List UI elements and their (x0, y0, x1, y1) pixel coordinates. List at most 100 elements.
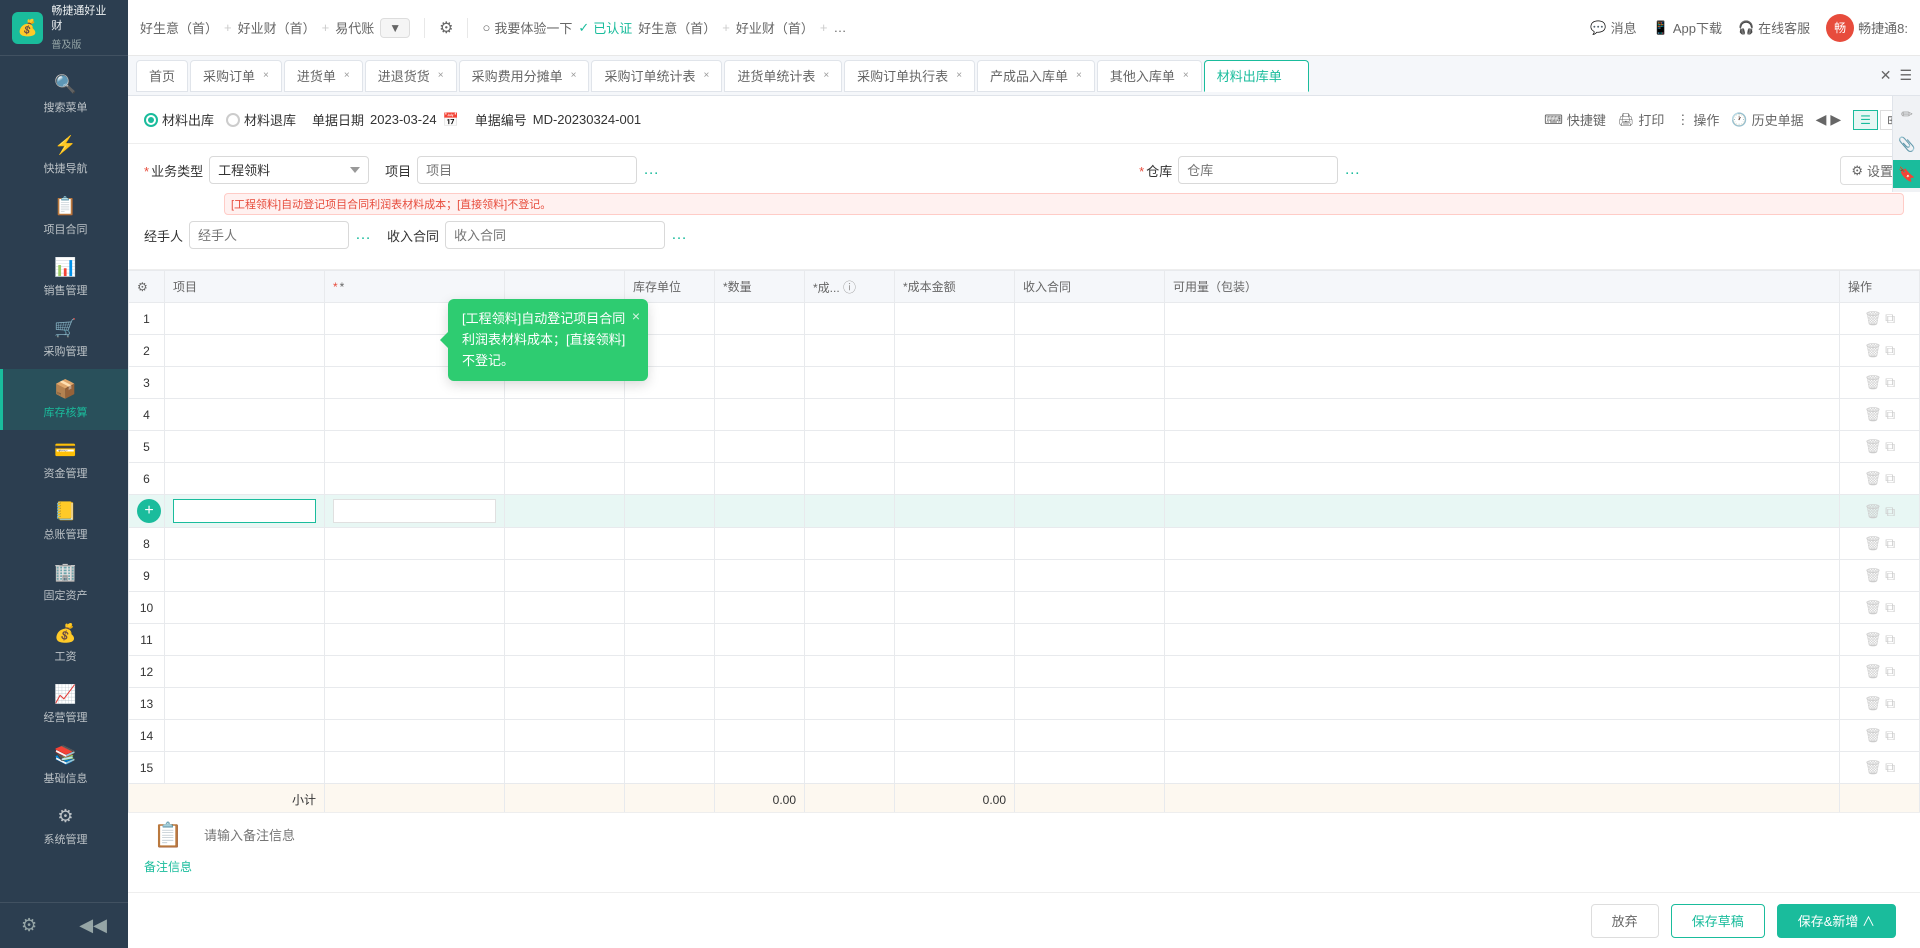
copy-icon-15[interactable]: ⧉ (1885, 759, 1895, 775)
cell-income-contract-8[interactable] (1015, 528, 1165, 560)
cell-qty-2[interactable] (715, 335, 805, 367)
cell-cost-amount-11[interactable] (895, 624, 1015, 656)
tab-close-all-icon[interactable]: ✕ (1880, 67, 1892, 84)
copy-icon-9[interactable]: ⧉ (1885, 567, 1895, 583)
cell-qty-7[interactable] (715, 495, 805, 528)
cell-project-7[interactable] (165, 495, 325, 528)
tab-goods-return-close[interactable]: × (438, 70, 444, 81)
cell-available-15[interactable] (1165, 752, 1840, 784)
copy-icon-10[interactable]: ⧉ (1885, 599, 1895, 615)
history-btn[interactable]: 🕐 历史单据 (1731, 110, 1803, 129)
user-menu[interactable]: 畅 畅捷通8: (1826, 14, 1908, 42)
cell-cost-13[interactable] (805, 688, 895, 720)
cell-qty-15[interactable] (715, 752, 805, 784)
tab-purchase-expense-close[interactable]: × (571, 70, 577, 81)
tab-goods-stats-close[interactable]: × (823, 70, 829, 81)
delete-icon-10[interactable]: 🗑 (1864, 599, 1882, 615)
sidebar-item-system[interactable]: ⚙ 系统管理 (0, 796, 128, 857)
cell-product-13[interactable] (325, 688, 505, 720)
copy-icon-7[interactable]: ⧉ (1885, 503, 1895, 519)
sidebar-item-shortcut[interactable]: ⚡ 快捷导航 (0, 125, 128, 186)
tab-other-receipt[interactable]: 其他入库单 × (1097, 60, 1202, 92)
cell-income-contract-6[interactable] (1015, 463, 1165, 495)
tab-goods-receipt[interactable]: 进货单 × (284, 60, 363, 92)
cell-cost-10[interactable] (805, 592, 895, 624)
cell-product-5[interactable] (325, 431, 505, 463)
cell-cost-amount-3[interactable] (895, 367, 1015, 399)
project-dots[interactable]: … (643, 161, 659, 179)
copy-icon-8[interactable]: ⧉ (1885, 535, 1895, 551)
copy-icon-13[interactable]: ⧉ (1885, 695, 1895, 711)
tab-goods-stats[interactable]: 进货单统计表 × (724, 60, 842, 92)
cell-income-contract-12[interactable] (1015, 656, 1165, 688)
sidebar-item-basic[interactable]: 📚 基础信息 (0, 735, 128, 796)
delete-icon-7[interactable]: 🗑 (1864, 503, 1882, 519)
list-view-btn[interactable]: ☰ (1853, 110, 1878, 130)
copy-icon-14[interactable]: ⧉ (1885, 727, 1895, 743)
cell-cost-4[interactable] (805, 399, 895, 431)
sidebar-item-finance[interactable]: 💳 资金管理 (0, 430, 128, 491)
project-input[interactable] (417, 156, 637, 184)
cell-spec-6[interactable] (505, 463, 625, 495)
cell-cost-7[interactable] (805, 495, 895, 528)
delete-icon-14[interactable]: 🗑 (1864, 727, 1882, 743)
cell-cost-3[interactable] (805, 367, 895, 399)
cell-spec-13[interactable] (505, 688, 625, 720)
cell-project-2[interactable] (165, 335, 325, 367)
cell-qty-14[interactable] (715, 720, 805, 752)
nav-item-2[interactable]: 易代账 (335, 18, 374, 37)
cell-product-12[interactable] (325, 656, 505, 688)
nav-more-button[interactable]: ▼ (380, 18, 410, 38)
table-container[interactable]: ⚙ 项目 * 库存单位 *数量 *成... ⓘ *成本金额 收入合同 可用量（包… (128, 270, 1920, 812)
cell-unit-15[interactable] (625, 752, 715, 784)
cell-qty-6[interactable] (715, 463, 805, 495)
cell-cost-2[interactable] (805, 335, 895, 367)
cell-project-6[interactable] (165, 463, 325, 495)
tab-other-receipt-close[interactable]: × (1183, 70, 1189, 81)
copy-icon-6[interactable]: ⧉ (1885, 470, 1895, 486)
tab-menu-icon[interactable]: ☰ (1899, 67, 1912, 84)
cell-cost-amount-4[interactable] (895, 399, 1015, 431)
delete-icon-15[interactable]: 🗑 (1864, 759, 1882, 775)
sidebar-item-purchase[interactable]: 🛒 采购管理 (0, 308, 128, 369)
cell-cost-14[interactable] (805, 720, 895, 752)
delete-icon-5[interactable]: 🗑 (1864, 438, 1882, 454)
cell-available-4[interactable] (1165, 399, 1840, 431)
delete-icon-13[interactable]: 🗑 (1864, 695, 1882, 711)
nav-item-0[interactable]: 好生意（首） (140, 18, 218, 37)
cell-cost-amount-2[interactable] (895, 335, 1015, 367)
copy-icon-2[interactable]: ⧉ (1885, 342, 1895, 358)
app-download-button[interactable]: 📱 App下载 (1653, 18, 1722, 37)
cell-qty-8[interactable] (715, 528, 805, 560)
sidebar-item-operations[interactable]: 📈 经营管理 (0, 674, 128, 735)
cell-available-2[interactable] (1165, 335, 1840, 367)
delete-icon-12[interactable]: 🗑 (1864, 663, 1882, 679)
cell-available-11[interactable] (1165, 624, 1840, 656)
copy-icon-11[interactable]: ⧉ (1885, 631, 1895, 647)
sidebar-item-sales[interactable]: 📊 销售管理 (0, 247, 128, 308)
cell-qty-12[interactable] (715, 656, 805, 688)
cell-income-contract-9[interactable] (1015, 560, 1165, 592)
cell-unit-5[interactable] (625, 431, 715, 463)
copy-icon-12[interactable]: ⧉ (1885, 663, 1895, 679)
settings-icon[interactable]: ⚙ (439, 18, 453, 38)
sidebar-item-project[interactable]: 📋 项目合同 (0, 186, 128, 247)
sidebar-item-inventory[interactable]: 📦 库存核算 (0, 369, 128, 430)
cell-income-contract-14[interactable] (1015, 720, 1165, 752)
nav-item-1[interactable]: 好业财（首） (238, 18, 316, 37)
cell-income-contract-1[interactable] (1015, 303, 1165, 335)
cell-income-contract-2[interactable] (1015, 335, 1165, 367)
shortcut-btn[interactable]: ⌨ 快捷键 (1544, 110, 1606, 129)
cell-available-10[interactable] (1165, 592, 1840, 624)
cell-available-12[interactable] (1165, 656, 1840, 688)
business-type-select[interactable]: 工程领料 直接领料 (209, 156, 369, 184)
cell-cost-amount-1[interactable] (895, 303, 1015, 335)
cell-spec-12[interactable] (505, 656, 625, 688)
cell-project-14[interactable] (165, 720, 325, 752)
delete-icon-9[interactable]: 🗑 (1864, 567, 1882, 583)
delete-icon-6[interactable]: 🗑 (1864, 470, 1882, 486)
cell-income-contract-10[interactable] (1015, 592, 1165, 624)
cell-unit-4[interactable] (625, 399, 715, 431)
cell-cost-amount-10[interactable] (895, 592, 1015, 624)
warehouse-dots[interactable]: … (1344, 161, 1360, 179)
